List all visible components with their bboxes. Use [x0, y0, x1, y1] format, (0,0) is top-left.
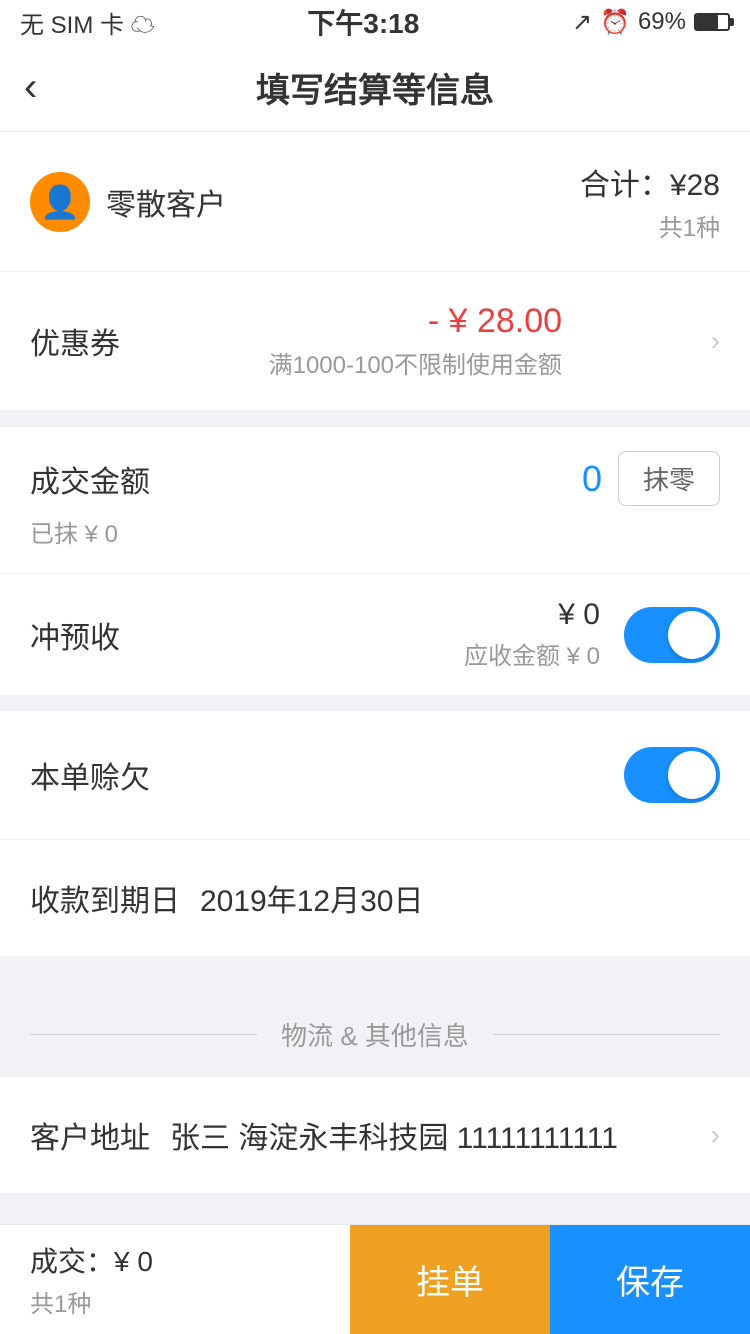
logistics-line-right [493, 1034, 720, 1035]
status-right: ↗ ⏰ 69% [572, 8, 730, 37]
save-button[interactable]: 保存 [550, 1225, 750, 1334]
coupon-subtext: 满1000-100不限制使用金额 [269, 345, 562, 380]
pre-receive-label: 冲预收 [30, 613, 120, 657]
pre-receive-toggle[interactable] [624, 607, 720, 663]
debt-toggle-knob [668, 751, 716, 799]
logistics-header: 物流 & 其他信息 [0, 992, 750, 1077]
pre-receive-row: 冲预收 ¥ 0 应收金额 ¥ 0 [0, 573, 750, 695]
coupon-value-area: - ¥ 28.00 满1000-100不限制使用金额 [269, 302, 562, 380]
address-value: 张三 海淀永丰科技园 11111111111 [170, 1113, 691, 1157]
avatar-icon: 👤 [40, 183, 80, 221]
due-date-row[interactable]: 收款到期日 2019年12月30日 [0, 839, 750, 956]
deal-section: 成交金额 0 抹零 已抹 ¥ 0 冲预收 ¥ 0 应收金额 ¥ 0 [0, 426, 750, 695]
bottom-deal-label: 成交：¥ 0 [30, 1240, 320, 1280]
status-bar: 无 SIM 卡 ☁ 下午3:18 ↗ ⏰ 69% [0, 0, 750, 44]
address-row[interactable]: 客户地址 张三 海淀永丰科技园 11111111111 › [0, 1077, 750, 1193]
bottom-bar: 成交：¥ 0 共1种 挂单 保存 [0, 1224, 750, 1334]
deal-amount-right: 0 抹零 [582, 451, 720, 506]
battery-percent: 69% [638, 8, 686, 36]
deal-amount-label: 成交金额 [30, 457, 150, 501]
deal-amount-sub: 已抹 ¥ 0 [30, 514, 720, 549]
customer-right: 合计：¥28 共1种 [580, 160, 720, 243]
battery-icon [694, 13, 730, 31]
status-left: 无 SIM 卡 ☁ [20, 5, 155, 40]
bottom-summary: 成交：¥ 0 共1种 [0, 1240, 350, 1319]
bottom-deal-text: 成交： [30, 1246, 114, 1277]
deal-amount-value[interactable]: 0 [582, 458, 602, 500]
debt-section: 本单赊欠 收款到期日 2019年12月30日 [0, 711, 750, 956]
total-amount: 合计：¥28 [580, 160, 720, 204]
logistics-label: 物流 & 其他信息 [257, 1016, 493, 1053]
hang-button[interactable]: 挂单 [350, 1225, 550, 1334]
location-icon: ↗ [572, 8, 592, 37]
back-button[interactable]: ‹ [24, 65, 37, 110]
due-date-value: 2019年12月30日 [200, 876, 423, 920]
chevron-right-icon: › [711, 325, 720, 357]
pre-receive-amount: ¥ 0 [464, 598, 600, 632]
coupon-label: 优惠券 [30, 319, 120, 363]
debt-label: 本单赊欠 [30, 753, 150, 797]
customer-section: 👤 零散客户 合计：¥28 共1种 优惠券 - ¥ 28.00 满1000-10… [0, 132, 750, 410]
customer-name: 零散客户 [106, 180, 226, 224]
address-label: 客户地址 [30, 1113, 150, 1157]
alarm-icon: ⏰ [600, 8, 630, 37]
debt-row: 本单赊欠 [0, 711, 750, 839]
due-date-label: 收款到期日 [30, 876, 180, 920]
toggle-knob [668, 611, 716, 659]
coupon-value: - ¥ 28.00 [269, 302, 562, 341]
debt-toggle[interactable] [624, 747, 720, 803]
deal-amount-row[interactable]: 成交金额 0 抹零 已抹 ¥ 0 [0, 426, 750, 573]
round-zero-button[interactable]: 抹零 [618, 451, 720, 506]
bottom-count: 共1种 [30, 1284, 320, 1319]
avatar: 👤 [30, 172, 90, 232]
pre-receive-right: ¥ 0 应收金额 ¥ 0 [464, 598, 720, 671]
pre-receive-values: ¥ 0 应收金额 ¥ 0 [464, 598, 600, 671]
logistics-line-left [30, 1034, 257, 1035]
sim-status: 无 SIM 卡 ☁ [20, 5, 155, 40]
page-title: 填写结算等信息 [256, 63, 494, 112]
nav-bar: ‹ 填写结算等信息 [0, 44, 750, 132]
divider [0, 972, 750, 992]
customer-left: 👤 零散客户 [30, 172, 226, 232]
address-section: 客户地址 张三 海淀永丰科技园 11111111111 › [0, 1077, 750, 1193]
pre-receive-sub: 应收金额 ¥ 0 [464, 636, 600, 671]
status-time: 下午3:18 [307, 2, 419, 42]
coupon-row[interactable]: 优惠券 - ¥ 28.00 满1000-100不限制使用金额 › [0, 271, 750, 410]
bottom-deal-value: ¥ 0 [114, 1246, 153, 1277]
total-count: 共1种 [580, 208, 720, 243]
address-chevron-icon: › [711, 1119, 720, 1151]
customer-row: 👤 零散客户 合计：¥28 共1种 [0, 132, 750, 271]
